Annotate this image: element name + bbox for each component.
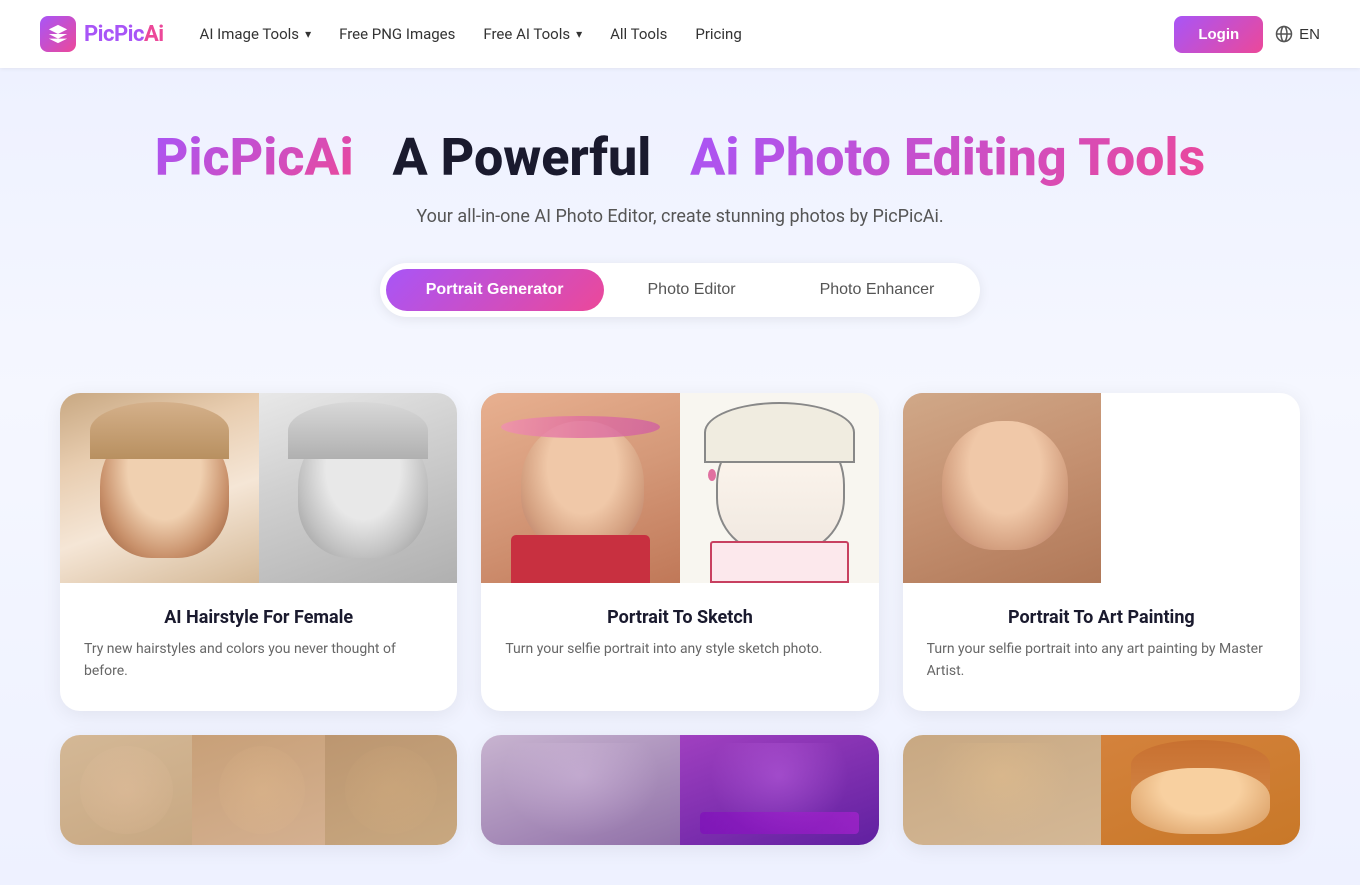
card-title-art: Portrait To Art Painting: [927, 607, 1276, 628]
bottom-img-3b: [1101, 735, 1300, 845]
cards-section: AI Hairstyle For Female Try new hairstyl…: [0, 393, 1360, 885]
nav-link-all-tools[interactable]: All Tools: [610, 25, 667, 43]
logo-svg: [47, 23, 69, 45]
hero-section: PicPicAi A Powerful Ai Photo Editing Too…: [0, 68, 1360, 393]
card-image-hairstyle: [60, 393, 457, 583]
globe-icon: [1275, 25, 1293, 43]
bottom-img-3a: [903, 735, 1102, 845]
card-desc-art: Turn your selfie portrait into any art p…: [927, 638, 1276, 683]
tabs-container: Portrait Generator Photo Editor Photo En…: [40, 263, 1320, 317]
card-sketch[interactable]: Portrait To Sketch Turn your selfie port…: [481, 393, 878, 711]
nav-link-pricing[interactable]: Pricing: [695, 25, 741, 43]
tab-portrait-generator[interactable]: Portrait Generator: [386, 269, 604, 311]
card-art[interactable]: Portrait To Art Painting Turn your selfi…: [903, 393, 1300, 711]
bottom-card-img-3: [903, 735, 1300, 845]
card-body-sketch: Portrait To Sketch Turn your selfie port…: [481, 583, 878, 688]
chevron-down-icon: ▾: [576, 27, 582, 41]
card-desc-sketch: Turn your selfie portrait into any style…: [505, 638, 854, 660]
card-title-sketch: Portrait To Sketch: [505, 607, 854, 628]
card-title-hairstyle: AI Hairstyle For Female: [84, 607, 433, 628]
nav-links: AI Image Tools ▾ Free PNG Images Free AI…: [200, 25, 742, 43]
hairstyle-after: [259, 393, 458, 583]
bottom-card-1[interactable]: [60, 735, 457, 845]
logo-text: PicPicAi: [84, 22, 164, 47]
art-after: [1101, 393, 1300, 583]
bottom-cards-grid: [60, 735, 1300, 845]
lang-label: EN: [1299, 26, 1320, 43]
bottom-img-1c: [325, 735, 457, 845]
hero-brand: PicPicAi: [155, 127, 354, 188]
nav-link-ai-tools[interactable]: AI Image Tools ▾: [200, 25, 312, 43]
bottom-img-2a: [481, 735, 680, 845]
nav-left: PicPicAi AI Image Tools ▾ Free PNG Image…: [40, 16, 742, 52]
card-body-hairstyle: AI Hairstyle For Female Try new hairstyl…: [60, 583, 457, 711]
nav-right: Login EN: [1174, 16, 1320, 53]
hairstyle-before: [60, 393, 259, 583]
sketch-before: [481, 393, 680, 583]
logo-ai: Ai: [144, 22, 164, 47]
tab-photo-editor[interactable]: Photo Editor: [608, 269, 776, 311]
chevron-down-icon: ▾: [305, 27, 311, 41]
login-button[interactable]: Login: [1174, 16, 1263, 53]
nav-link-free-tools[interactable]: Free AI Tools ▾: [483, 25, 582, 43]
bottom-card-2[interactable]: [481, 735, 878, 845]
logo-icon: [40, 16, 76, 52]
card-body-art: Portrait To Art Painting Turn your selfi…: [903, 583, 1300, 711]
hero-accent: Ai Photo Editing Tools: [690, 127, 1205, 188]
bottom-card-3[interactable]: [903, 735, 1300, 845]
bottom-card-img-2: [481, 735, 878, 845]
logo[interactable]: PicPicAi: [40, 16, 164, 52]
bottom-img-2b: [680, 735, 879, 845]
cards-grid: AI Hairstyle For Female Try new hairstyl…: [60, 393, 1300, 711]
hero-subtitle: Your all-in-one AI Photo Editor, create …: [40, 206, 1320, 227]
hero-middle: A Powerful: [392, 127, 651, 188]
card-image-art: [903, 393, 1300, 583]
sketch-after: [680, 393, 879, 583]
tabs: Portrait Generator Photo Editor Photo En…: [380, 263, 981, 317]
navbar: PicPicAi AI Image Tools ▾ Free PNG Image…: [0, 0, 1360, 68]
lang-button[interactable]: EN: [1275, 25, 1320, 43]
logo-pic: PicPic: [84, 22, 144, 47]
card-hairstyle[interactable]: AI Hairstyle For Female Try new hairstyl…: [60, 393, 457, 711]
art-before: [903, 393, 1102, 583]
nav-link-png[interactable]: Free PNG Images: [339, 25, 455, 43]
bottom-img-1b: [192, 735, 324, 845]
bottom-card-img-1: [60, 735, 457, 845]
bottom-img-1a: [60, 735, 192, 845]
card-desc-hairstyle: Try new hairstyles and colors you never …: [84, 638, 433, 683]
tab-photo-enhancer[interactable]: Photo Enhancer: [780, 269, 975, 311]
hero-title: PicPicAi A Powerful Ai Photo Editing Too…: [40, 128, 1320, 188]
card-image-sketch: [481, 393, 878, 583]
